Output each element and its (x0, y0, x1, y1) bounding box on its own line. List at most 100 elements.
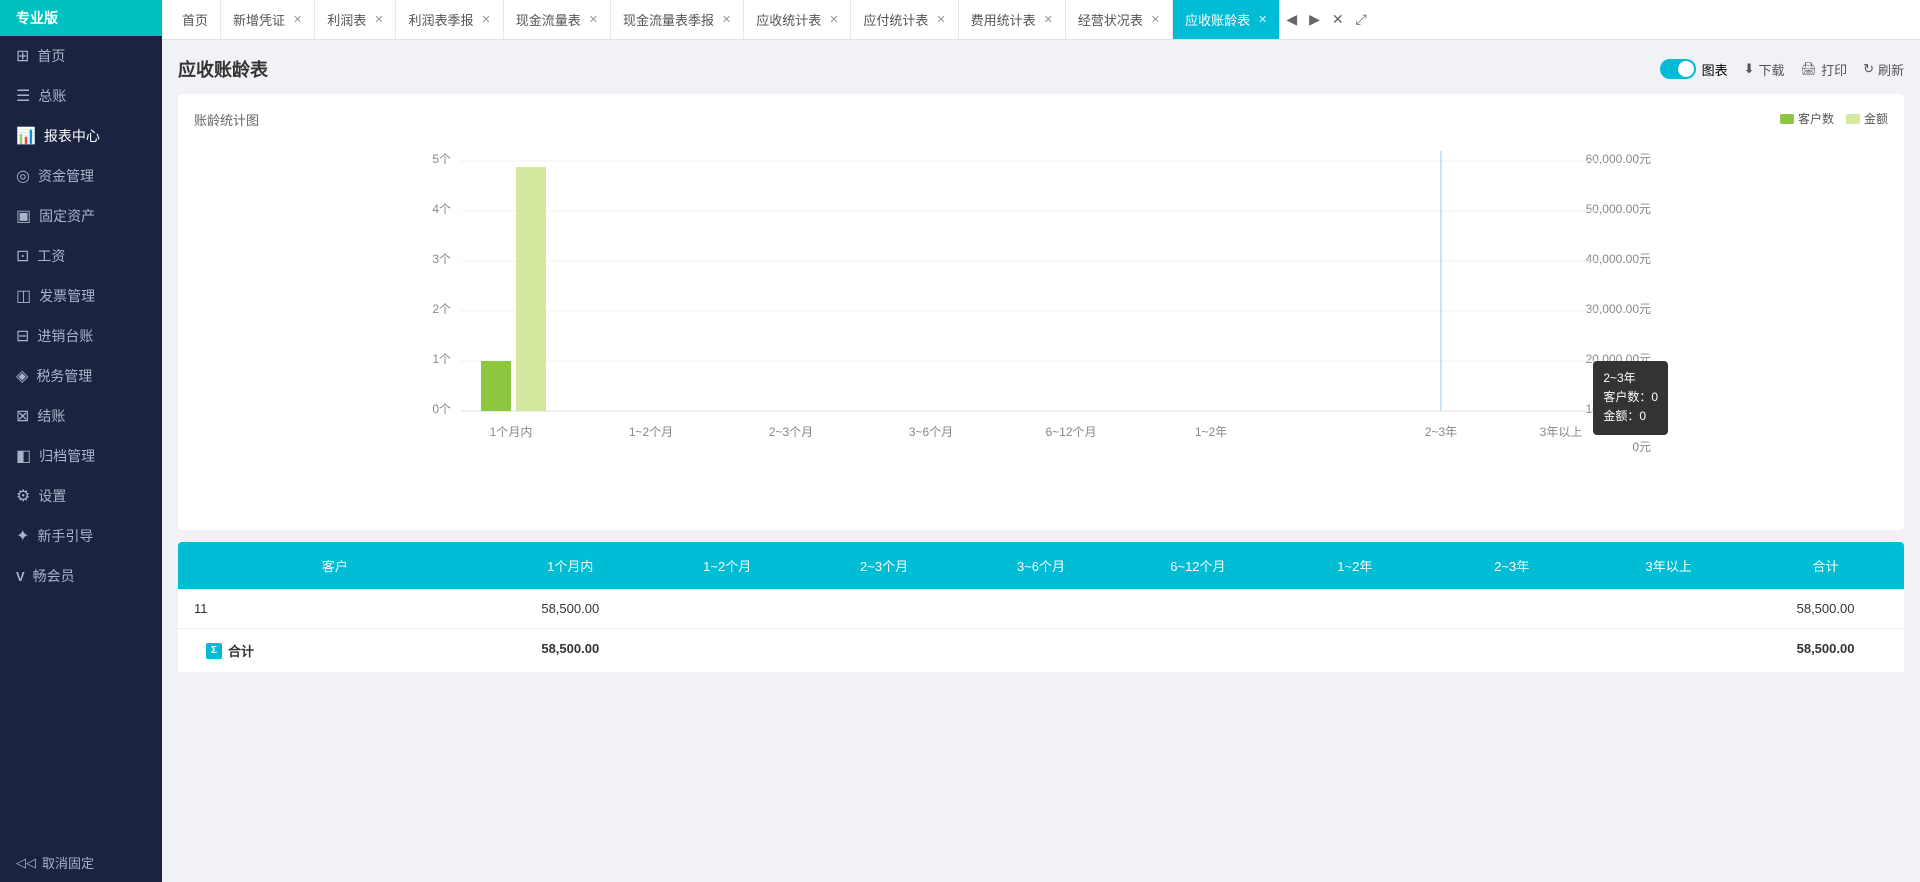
svg-text:1~2年: 1~2年 (1195, 425, 1227, 439)
print-button[interactable]: 🖨 打印 (1801, 60, 1848, 79)
toggle-control[interactable] (1660, 59, 1696, 79)
sidebar-item-member[interactable]: V 畅会员 (0, 556, 162, 596)
tab-close-icon[interactable]: ✕ (1151, 13, 1160, 26)
col-header-m12: 1~2个月 (649, 542, 806, 589)
cell-m36 (963, 589, 1120, 628)
sidebar-item-ledger[interactable]: ☰ 总账 (0, 76, 162, 116)
tab-close-all-button[interactable]: ✕ (1326, 11, 1350, 28)
sidebar-item-reports[interactable]: 📊 报表中心 (0, 116, 162, 156)
tab-label: 经营状况表 (1078, 10, 1143, 29)
tab-close-icon[interactable]: ✕ (1258, 13, 1267, 26)
chart-svg: 5个 4个 3个 2个 1个 0个 60,000.00元 50,000.00元 … (194, 141, 1888, 511)
tab-biz-status[interactable]: 经营状况表 ✕ (1066, 0, 1173, 40)
svg-text:4个: 4个 (432, 202, 451, 216)
tab-voucher[interactable]: 新增凭证 ✕ (221, 0, 315, 40)
unpin-button[interactable]: ◁◁ 取消固定 (0, 843, 162, 882)
svg-text:30,000.00元: 30,000.00元 (1586, 302, 1651, 316)
svg-text:50,000.00元: 50,000.00元 (1586, 202, 1651, 216)
sidebar-item-label: 结账 (37, 406, 65, 426)
tab-prev-button[interactable]: ◀ (1280, 11, 1303, 28)
tab-close-icon[interactable]: ✕ (829, 13, 838, 26)
sidebar-item-close[interactable]: ⊠ 结账 (0, 396, 162, 436)
legend-amount-color (1846, 114, 1860, 124)
tab-expand-button[interactable]: ⤢ (1350, 11, 1373, 28)
tab-expense-stats[interactable]: 费用统计表 ✕ (959, 0, 1066, 40)
sidebar-item-label: 总账 (38, 86, 66, 106)
tab-close-icon[interactable]: ✕ (293, 13, 302, 26)
summary-m23 (806, 629, 963, 672)
sidebar-item-home[interactable]: ⊞ 首页 (0, 36, 162, 76)
tab-profit[interactable]: 利润表 ✕ (315, 0, 396, 40)
tab-cashflow-quarterly[interactable]: 现金流量表季报 ✕ (611, 0, 744, 40)
summary-y12 (1276, 629, 1433, 672)
sidebar-item-label: 归档管理 (39, 446, 95, 466)
col-header-customer: 客户 (178, 542, 492, 589)
capital-icon: ◎ (16, 166, 30, 186)
cell-m12 (649, 589, 806, 628)
tab-label: 新增凭证 (233, 10, 285, 29)
assets-icon: ▣ (16, 206, 31, 226)
svg-text:1~2个月: 1~2个月 (629, 425, 673, 439)
data-table: 客户 1个月内 1~2个月 2~3个月 3~6个月 6~12个月 1~2年 2~… (178, 542, 1904, 673)
tab-label: 首页 (182, 10, 208, 29)
sidebar-item-invoice[interactable]: ◫ 发票管理 (0, 276, 162, 316)
sidebar-item-capital[interactable]: ◎ 资金管理 (0, 156, 162, 196)
legend-customer-label: 客户数 (1798, 110, 1834, 127)
cell-y23 (1433, 589, 1590, 628)
tab-label: 现金流量表 (516, 10, 581, 29)
col-header-m36: 3~6个月 (963, 542, 1120, 589)
tab-close-icon[interactable]: ✕ (589, 13, 598, 26)
ledger-icon: ☰ (16, 86, 30, 106)
tab-home[interactable]: 首页 (170, 0, 221, 40)
tab-close-icon[interactable]: ✕ (482, 13, 491, 26)
refresh-button[interactable]: ↻ 刷新 (1863, 60, 1904, 79)
cell-m612 (1119, 589, 1276, 628)
svg-text:6~12个月: 6~12个月 (1045, 425, 1096, 439)
svg-text:1个月内: 1个月内 (490, 425, 533, 439)
summary-m36 (963, 629, 1120, 672)
tab-ar-aging[interactable]: 应收账龄表 ✕ (1173, 0, 1280, 40)
legend-customer-count: 客户数 (1780, 110, 1834, 127)
purchase-icon: ⊟ (16, 326, 29, 346)
tab-close-icon[interactable]: ✕ (374, 13, 383, 26)
chart-legend: 客户数 金额 (1780, 110, 1888, 127)
col-header-m612: 6~12个月 (1119, 542, 1276, 589)
download-label: 下载 (1759, 60, 1785, 79)
download-button[interactable]: ⬇ 下载 (1744, 60, 1785, 79)
invoice-icon: ◫ (16, 286, 31, 306)
sidebar-item-guide[interactable]: ✦ 新手引导 (0, 516, 162, 556)
svg-text:3年以上: 3年以上 (1540, 425, 1583, 439)
tab-label: 利润表季报 (408, 10, 473, 29)
tab-close-icon[interactable]: ✕ (722, 13, 731, 26)
sidebar-item-salary[interactable]: ⊡ 工资 (0, 236, 162, 276)
tab-profit-quarterly[interactable]: 利润表季报 ✕ (396, 0, 503, 40)
col-header-m1: 1个月内 (492, 542, 649, 589)
page-header: 应收账龄表 图表 ⬇ 下载 🖨 打印 ↻ 刷新 (178, 56, 1904, 82)
guide-icon: ✦ (16, 526, 29, 546)
tab-label: 应收统计表 (756, 10, 821, 29)
sidebar-item-settings[interactable]: ⚙ 设置 (0, 476, 162, 516)
tab-next-button[interactable]: ▶ (1303, 11, 1326, 28)
legend-customer-color (1780, 114, 1794, 124)
tab-ar-stats[interactable]: 应收统计表 ✕ (744, 0, 851, 40)
summary-customer: Σ 合计 (178, 629, 492, 672)
cell-customer: 11 (178, 589, 492, 628)
svg-text:3个: 3个 (432, 252, 451, 266)
sidebar-item-label: 发票管理 (39, 286, 95, 306)
sidebar-item-archive[interactable]: ◧ 归档管理 (0, 436, 162, 476)
sidebar-item-assets[interactable]: ▣ 固定资产 (0, 196, 162, 236)
summary-y3plus (1590, 629, 1747, 672)
summary-label: Σ 合计 (194, 641, 484, 660)
chart-toggle[interactable]: 图表 (1660, 59, 1728, 79)
tab-ap-stats[interactable]: 应付统计表 ✕ (851, 0, 958, 40)
tab-cashflow[interactable]: 现金流量表 ✕ (504, 0, 611, 40)
sidebar-item-tax[interactable]: ◈ 税务管理 (0, 356, 162, 396)
col-header-y23: 2~3年 (1433, 542, 1590, 589)
tab-close-icon[interactable]: ✕ (1044, 13, 1053, 26)
sidebar-item-purchase[interactable]: ⊟ 进销台账 (0, 316, 162, 356)
sidebar-item-label: 税务管理 (36, 366, 92, 386)
download-icon: ⬇ (1744, 61, 1755, 77)
home-icon: ⊞ (16, 46, 29, 66)
tab-close-icon[interactable]: ✕ (936, 13, 945, 26)
summary-m12 (649, 629, 806, 672)
